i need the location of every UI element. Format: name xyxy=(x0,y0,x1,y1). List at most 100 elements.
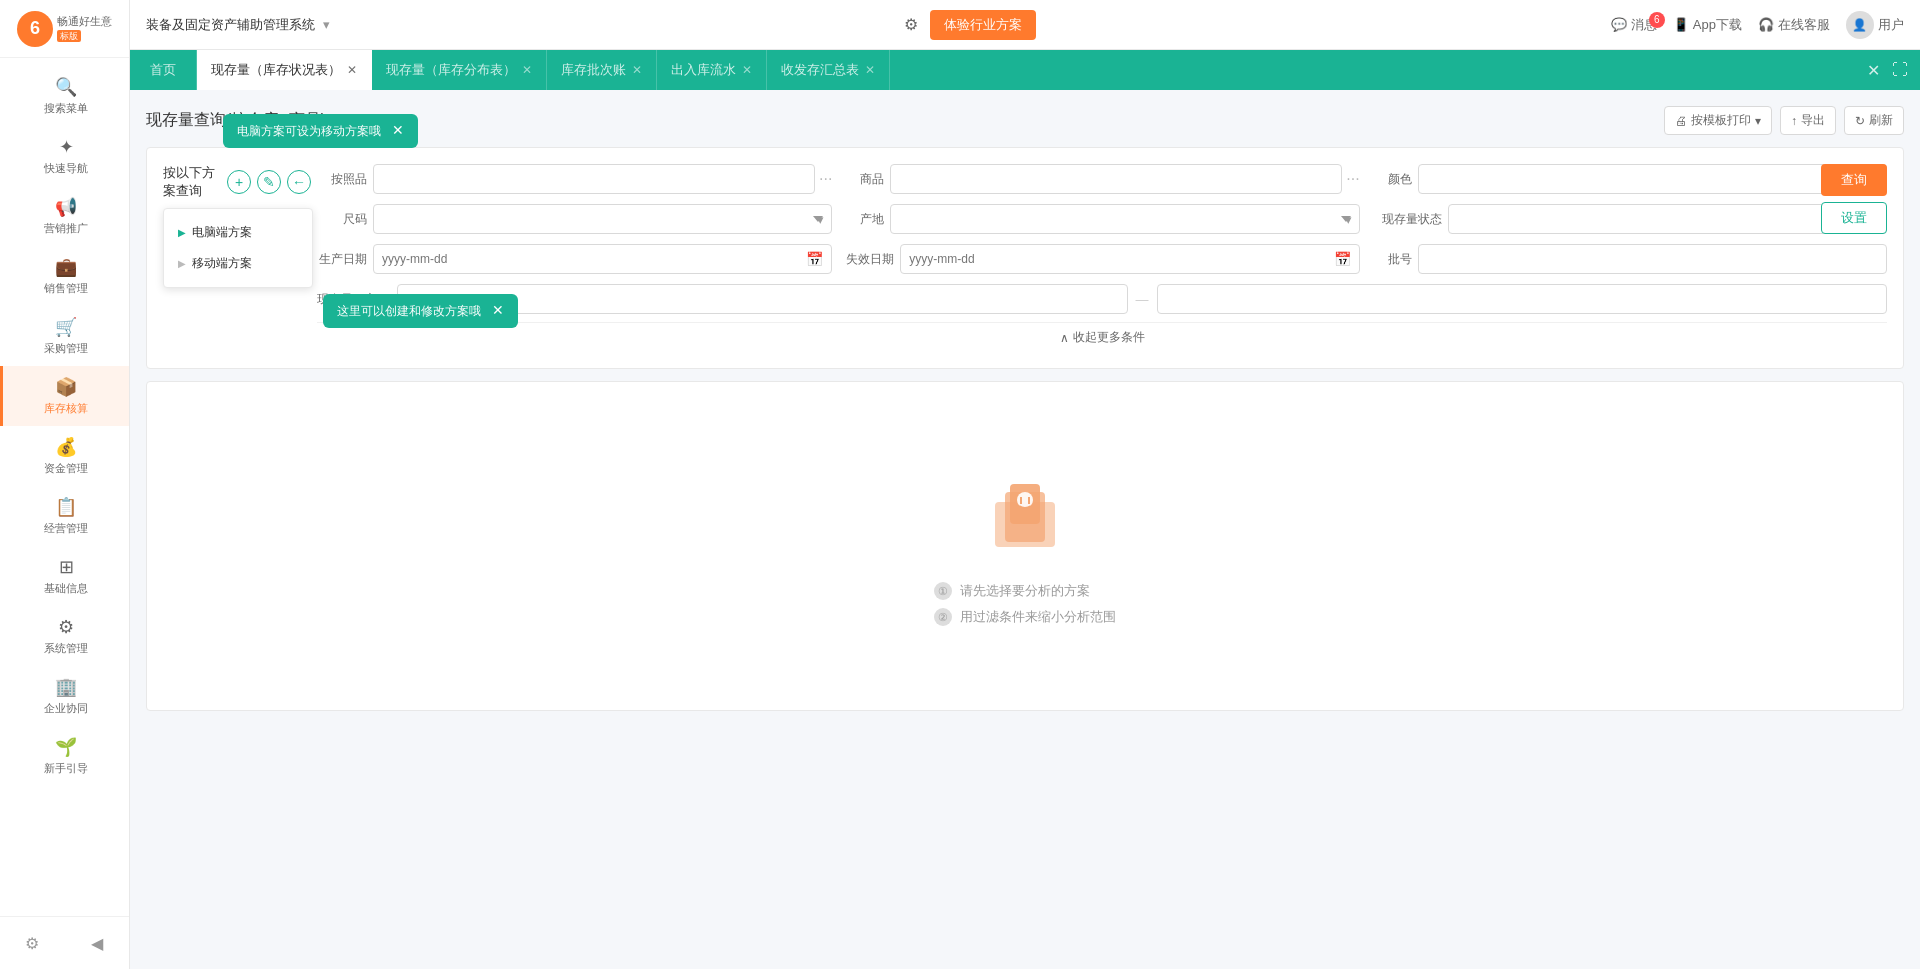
empty-step-1: ① 请先选择要分析的方案 xyxy=(934,578,1116,604)
sidebar-item-system[interactable]: ⚙ 系统管理 xyxy=(0,606,129,666)
expire-date-calendar-icon[interactable]: 📅 xyxy=(1334,251,1351,267)
close-tooltip2-btn[interactable]: ✕ xyxy=(492,302,504,318)
close-collect-send-tab[interactable]: ✕ xyxy=(865,63,875,77)
purchase-nav-icon: 🛒 xyxy=(55,316,77,338)
system-nav-icon: ⚙ xyxy=(58,616,74,638)
messages-btn[interactable]: 💬 6 消息 xyxy=(1611,16,1657,34)
settings-gear-icon[interactable]: ⚙ xyxy=(904,15,918,34)
back-scheme-btn[interactable]: ← xyxy=(287,170,311,194)
sidebar-nav: 🔍 搜索菜单 ✦ 快速导航 📢 营销推广 💼 销售管理 🛒 采购管理 xyxy=(0,58,129,916)
message-badge: 6 xyxy=(1649,12,1665,28)
goods-dots[interactable]: ··· xyxy=(1346,170,1359,188)
expire-date-input[interactable] xyxy=(909,252,1333,266)
collapse-sidebar-btn[interactable]: ◀ xyxy=(79,925,115,961)
mfg-date-label: 生产日期 xyxy=(317,251,367,268)
user-area[interactable]: 👤 用户 xyxy=(1846,11,1904,39)
sidebar-item-basic[interactable]: ⊞ 基础信息 xyxy=(0,546,129,606)
mobile-icon: 📱 xyxy=(1673,17,1689,32)
sidebar-bottom: ⚙ ◀ xyxy=(0,916,129,969)
print-icon: 🖨 xyxy=(1675,114,1687,128)
color-label: 颜色 xyxy=(1372,171,1412,188)
sidebar-item-purchase[interactable]: 🛒 采购管理 xyxy=(0,306,129,366)
tab-home[interactable]: 首页 xyxy=(130,50,197,90)
settings-bottom-btn[interactable]: ⚙ xyxy=(14,925,50,961)
sidebar-item-enterprise[interactable]: 🏢 企业协同 xyxy=(0,666,129,726)
fullscreen-btn[interactable]: ⛶ xyxy=(1888,57,1912,83)
logo-text: 畅通好生意 标版 xyxy=(57,14,112,43)
topbar-center: ⚙ 体验行业方案 xyxy=(904,10,1036,40)
filter-size: 尺码 xyxy=(317,204,832,234)
stock-main-label: 现存量（主） xyxy=(317,291,389,308)
sidebar-item-sales[interactable]: 💼 销售管理 xyxy=(0,246,129,306)
close-inout-flow-tab[interactable]: ✕ xyxy=(742,63,752,77)
edit-scheme-btn[interactable]: ✎ xyxy=(257,170,281,194)
main-content: 装备及固定资产辅助管理系统 ▾ ⚙ 体验行业方案 💬 6 消息 📱 App下载 … xyxy=(130,0,1920,969)
batch-input[interactable] xyxy=(1418,244,1887,274)
refresh-btn[interactable]: ↻ 刷新 xyxy=(1844,106,1904,135)
filter-batch: 批号 xyxy=(1372,244,1887,274)
online-service-btn[interactable]: 🎧 在线客服 xyxy=(1758,16,1830,34)
sidebar-item-inventory[interactable]: 📦 库存核算 xyxy=(0,366,129,426)
system-name-dropdown-icon[interactable]: ▾ xyxy=(323,17,330,32)
goods-input-wrap: ··· xyxy=(890,164,1359,194)
sidebar-item-finance[interactable]: 💰 资金管理 xyxy=(0,426,129,486)
tab-inventory-status[interactable]: 现存量（库存状况表） ✕ xyxy=(197,50,372,90)
logo-area: 6 畅通好生意 标版 xyxy=(0,0,129,58)
warehouse-input[interactable] xyxy=(373,164,815,194)
sidebar-item-operations[interactable]: 📋 经营管理 xyxy=(0,486,129,546)
mfg-date-calendar-icon[interactable]: 📅 xyxy=(806,251,823,267)
page-actions: 🖨 按模板打印 ▾ ↑ 导出 ↻ 刷新 xyxy=(1664,106,1904,135)
filter-row-3: 生产日期 📅 失效日期 📅 xyxy=(317,244,1887,274)
collapse-btn[interactable]: ∧ 收起更多条件 xyxy=(317,322,1887,352)
close-inventory-dist-tab[interactable]: ✕ xyxy=(522,63,532,77)
stock-max-input[interactable] xyxy=(1157,284,1888,314)
scheme-mobile-item[interactable]: ▶ 移动端方案 xyxy=(164,248,312,279)
color-select-wrap xyxy=(1418,164,1887,194)
sidebar-item-newbie[interactable]: 🌱 新手引导 xyxy=(0,726,129,786)
tab-batch[interactable]: 库存批次账 ✕ xyxy=(547,50,657,90)
origin-label: 产地 xyxy=(844,211,884,228)
scheme-tooltip-bubble: 电脑方案可设为移动方案哦 ✕ xyxy=(223,114,418,148)
close-tooltip-btn[interactable]: ✕ xyxy=(392,122,404,138)
scheme-list: ▶ 电脑端方案 ▶ 移动端方案 xyxy=(163,208,313,288)
goods-input[interactable] xyxy=(890,164,1342,194)
headset-icon: 🎧 xyxy=(1758,17,1774,32)
batch-label: 批号 xyxy=(1372,251,1412,268)
filter-stock-status: 现存量状态 xyxy=(1372,204,1887,234)
topbar-left: 装备及固定资产辅助管理系统 ▾ xyxy=(146,16,330,34)
print-template-btn[interactable]: 🖨 按模板打印 ▾ xyxy=(1664,106,1772,135)
app-download-btn[interactable]: 📱 App下载 xyxy=(1673,16,1742,34)
sidebar-item-search[interactable]: 🔍 搜索菜单 xyxy=(0,66,129,126)
filter-section: 按以下方案查询 + ✎ ← 电脑方案可设为移动方案哦 ✕ xyxy=(146,147,1904,369)
action-buttons: 查询 设置 xyxy=(1821,164,1887,234)
trial-industry-btn[interactable]: 体验行业方案 xyxy=(930,10,1036,40)
add-scheme-btn[interactable]: + xyxy=(227,170,251,194)
close-inventory-status-tab[interactable]: ✕ xyxy=(347,63,357,77)
user-avatar: 👤 xyxy=(1846,11,1874,39)
search-btn[interactable]: 查询 xyxy=(1821,164,1887,196)
tab-inventory-dist[interactable]: 现存量（库存分布表） ✕ xyxy=(372,50,547,90)
color-select[interactable] xyxy=(1418,164,1887,194)
tab-inout-flow[interactable]: 出入库流水 ✕ xyxy=(657,50,767,90)
filter-expire-date: 失效日期 📅 xyxy=(844,244,1359,274)
mfg-date-input[interactable] xyxy=(382,252,806,266)
close-all-tabs-btn[interactable]: ✕ xyxy=(1863,57,1884,84)
origin-select[interactable] xyxy=(890,204,1359,234)
warehouse-label: 按照品 xyxy=(317,171,367,188)
origin-select-wrap xyxy=(890,204,1359,234)
size-select[interactable] xyxy=(373,204,832,234)
topbar-right: 💬 6 消息 📱 App下载 🎧 在线客服 👤 用户 xyxy=(1611,11,1904,39)
scheme-desktop-item[interactable]: ▶ 电脑端方案 xyxy=(164,217,312,248)
tab-bar-actions: ✕ ⛶ xyxy=(1855,57,1920,84)
warehouse-dots[interactable]: ··· xyxy=(819,170,832,188)
sidebar-item-marketing[interactable]: 📢 营销推广 xyxy=(0,186,129,246)
expire-date-label: 失效日期 xyxy=(844,251,894,268)
stock-status-label: 现存量状态 xyxy=(1372,211,1442,228)
export-btn[interactable]: ↑ 导出 xyxy=(1780,106,1836,135)
sidebar-item-quick[interactable]: ✦ 快速导航 xyxy=(0,126,129,186)
close-batch-tab[interactable]: ✕ xyxy=(632,63,642,77)
stock-min-input[interactable] xyxy=(397,284,1128,314)
tab-collect-send[interactable]: 收发存汇总表 ✕ xyxy=(767,50,890,90)
reset-btn[interactable]: 设置 xyxy=(1821,202,1887,234)
filter-header: 按以下方案查询 + ✎ ← xyxy=(163,164,311,200)
